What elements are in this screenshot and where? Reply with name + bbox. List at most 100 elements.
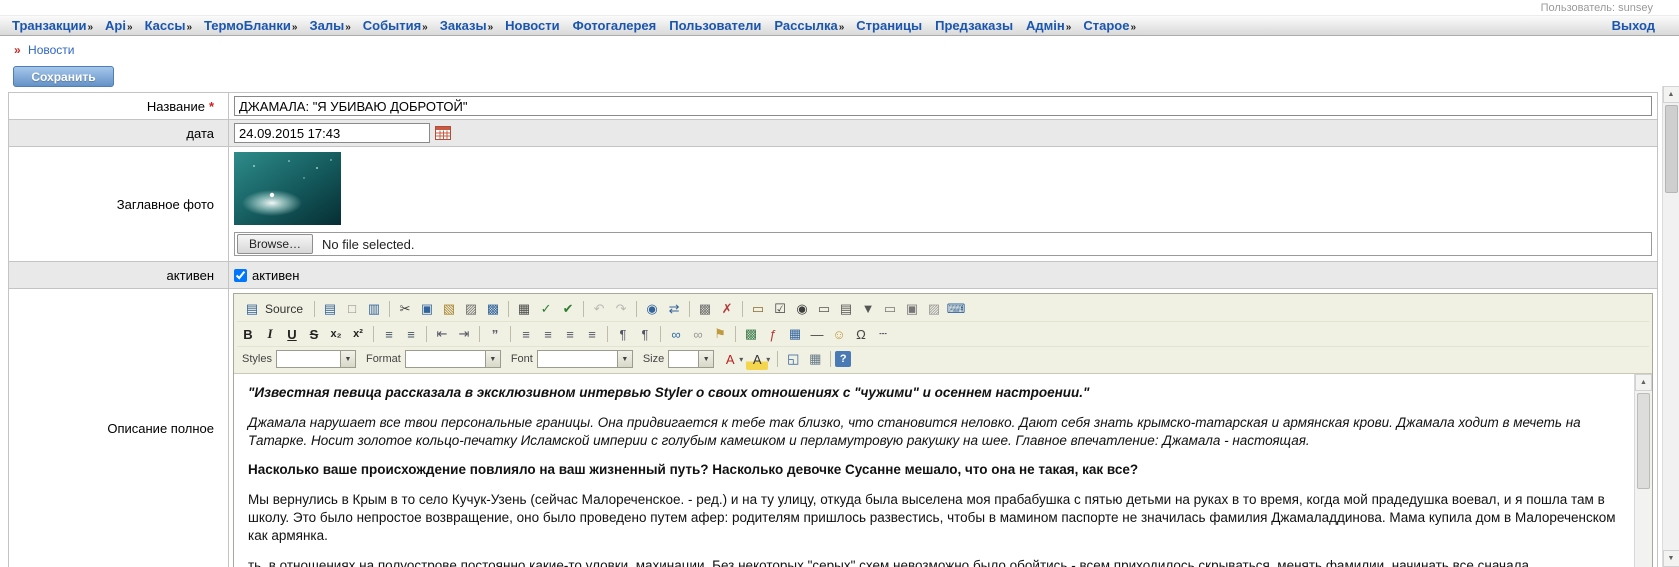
align-justify-icon[interactable]: ≡ bbox=[581, 324, 603, 345]
horizontal-rule-icon[interactable]: — bbox=[806, 324, 828, 345]
background-color-arrow-icon[interactable]: ▾ bbox=[763, 349, 773, 370]
text-direction-ltr-icon[interactable]: ¶ bbox=[612, 324, 634, 345]
link-icon[interactable]: ∞ bbox=[665, 324, 687, 345]
superscript-icon[interactable]: x² bbox=[347, 324, 369, 345]
show-blocks-icon[interactable]: ▦ bbox=[804, 349, 826, 370]
form-row-date: дата bbox=[9, 120, 1657, 147]
paste-text-icon[interactable]: ▨ bbox=[460, 298, 482, 319]
nav-item-stranitsy[interactable]: Страницы bbox=[856, 18, 923, 33]
copy-icon[interactable]: ▣ bbox=[416, 298, 438, 319]
redo-icon[interactable]: ↷ bbox=[610, 298, 632, 319]
editor-scroll-thumb[interactable] bbox=[1637, 393, 1650, 489]
undo-icon[interactable]: ↶ bbox=[588, 298, 610, 319]
nav-item-zakazy[interactable]: Заказы » bbox=[440, 18, 493, 33]
spell-check-as-you-type-icon[interactable]: ✔ bbox=[557, 298, 579, 319]
remove-format-icon[interactable]: ✗ bbox=[716, 298, 738, 319]
save-icon[interactable]: ▤ bbox=[319, 298, 341, 319]
select-field-icon[interactable]: ▼ bbox=[857, 298, 879, 319]
align-left-icon[interactable]: ≡ bbox=[515, 324, 537, 345]
hidden-field-icon[interactable]: ▨ bbox=[923, 298, 945, 319]
subscript-icon[interactable]: x₂ bbox=[325, 324, 347, 345]
form-icon[interactable]: ▭ bbox=[747, 298, 769, 319]
save-button[interactable]: Сохранить bbox=[13, 66, 114, 87]
button-field-icon[interactable]: ▭ bbox=[879, 298, 901, 319]
page-scroll-thumb[interactable] bbox=[1664, 105, 1678, 193]
maximize-icon[interactable]: ◱ bbox=[782, 349, 804, 370]
nav-item-staroe[interactable]: Старое » bbox=[1083, 18, 1136, 33]
cut-icon[interactable]: ✂ bbox=[394, 298, 416, 319]
nav-item-api[interactable]: Api » bbox=[105, 18, 133, 33]
paste-icon[interactable]: ▧ bbox=[438, 298, 460, 319]
smiley-icon[interactable]: ☺ bbox=[828, 324, 850, 345]
strike-through-icon[interactable]: S bbox=[303, 324, 325, 345]
nav-item-sobytiya[interactable]: События » bbox=[363, 18, 428, 33]
select-all-icon[interactable]: ▩ bbox=[694, 298, 716, 319]
breadcrumb-link-novosti[interactable]: Новости bbox=[28, 43, 74, 57]
decrease-indent-icon[interactable]: ⇤ bbox=[431, 324, 453, 345]
align-center-icon[interactable]: ≡ bbox=[537, 324, 559, 345]
radio-field-icon[interactable]: ◉ bbox=[791, 298, 813, 319]
nav-item-novosti[interactable]: Новости bbox=[505, 18, 561, 33]
editor-content[interactable]: "Известная певица рассказала в эксклюзив… bbox=[234, 374, 1634, 567]
unlink-icon[interactable]: ∞ bbox=[687, 324, 709, 345]
form-row-title: Название * bbox=[9, 93, 1657, 120]
special-character-icon[interactable]: Ω bbox=[850, 324, 872, 345]
title-input[interactable] bbox=[234, 96, 1652, 116]
date-input[interactable] bbox=[234, 123, 430, 143]
checkbox-field-icon[interactable]: ☑ bbox=[769, 298, 791, 319]
separator bbox=[314, 300, 316, 317]
increase-indent-icon[interactable]: ⇥ bbox=[453, 324, 475, 345]
text-field-icon[interactable]: ▭ bbox=[813, 298, 835, 319]
underline-icon[interactable]: U bbox=[281, 324, 303, 345]
page-scroll-up-icon[interactable]: ▲ bbox=[1662, 86, 1679, 103]
print-icon[interactable]: ▦ bbox=[513, 298, 535, 319]
active-checkbox[interactable] bbox=[234, 268, 247, 282]
universal-keyboard-icon[interactable]: ⌨ bbox=[945, 298, 967, 319]
textarea-field-icon[interactable]: ▤ bbox=[835, 298, 857, 319]
text-direction-rtl-icon[interactable]: ¶ bbox=[634, 324, 656, 345]
nav-item-transactions[interactable]: Транзакции » bbox=[12, 18, 93, 33]
font-select[interactable]: ▼ bbox=[536, 350, 633, 368]
editor-scrollbar[interactable]: ▲ bbox=[1634, 374, 1652, 567]
text-color-arrow-icon[interactable]: ▾ bbox=[736, 349, 746, 370]
title-label: Название * bbox=[9, 93, 229, 119]
preview-icon[interactable]: ▥ bbox=[363, 298, 385, 319]
styles-select[interactable]: ▼ bbox=[275, 350, 356, 368]
format-select[interactable]: ▼ bbox=[404, 350, 501, 368]
blockquote-icon[interactable]: ” bbox=[484, 324, 506, 345]
nav-item-fotogalereya[interactable]: Фотогалерея bbox=[573, 18, 658, 33]
table-icon[interactable]: ▦ bbox=[784, 324, 806, 345]
source-button[interactable]: ▤ Source bbox=[237, 298, 310, 319]
image-icon[interactable]: ▩ bbox=[740, 324, 762, 345]
bold-icon[interactable]: B bbox=[237, 324, 259, 345]
calendar-icon[interactable] bbox=[435, 125, 451, 141]
nav-item-admin[interactable]: Адмiн » bbox=[1026, 18, 1071, 33]
editor-scroll-up-icon[interactable]: ▲ bbox=[1635, 374, 1652, 391]
numbered-list-icon[interactable]: ≡ bbox=[378, 324, 400, 345]
browse-button[interactable]: Browse… bbox=[237, 234, 314, 254]
spell-check-icon[interactable]: ✓ bbox=[535, 298, 557, 319]
find-icon[interactable]: ◉ bbox=[641, 298, 663, 319]
image-button-icon[interactable]: ▣ bbox=[901, 298, 923, 319]
replace-icon[interactable]: ⇄ bbox=[663, 298, 685, 319]
italic-icon[interactable]: I bbox=[259, 324, 281, 345]
nav-item-kassy[interactable]: Кассы » bbox=[145, 18, 192, 33]
size-select[interactable]: ▼ bbox=[668, 350, 715, 368]
nav-item-polzovateli[interactable]: Пользователи bbox=[669, 18, 762, 33]
page-scrollbar[interactable]: ▲ ▼ bbox=[1662, 86, 1679, 567]
bulleted-list-icon[interactable]: ≡ bbox=[400, 324, 422, 345]
nav-item-termoblanki[interactable]: ТермоБланки » bbox=[204, 18, 297, 33]
page-break-icon[interactable]: ┄ bbox=[872, 324, 894, 345]
align-right-icon[interactable]: ≡ bbox=[559, 324, 581, 345]
nav-item-rassylka[interactable]: Рассылка » bbox=[774, 18, 844, 33]
nav-item-predzakazy[interactable]: Предзаказы bbox=[935, 18, 1014, 33]
about-icon[interactable]: ? bbox=[835, 351, 852, 367]
flash-icon[interactable]: ƒ bbox=[762, 324, 784, 345]
paste-word-icon[interactable]: ▩ bbox=[482, 298, 504, 319]
page-scroll-down-icon[interactable]: ▼ bbox=[1662, 550, 1679, 567]
anchor-icon[interactable]: ⚑ bbox=[709, 324, 731, 345]
new-page-icon[interactable]: □ bbox=[341, 298, 363, 319]
logout-link[interactable]: Выход bbox=[1612, 18, 1667, 33]
nav-item-zaly[interactable]: Залы » bbox=[309, 18, 350, 33]
title-label-text: Название bbox=[146, 98, 205, 114]
